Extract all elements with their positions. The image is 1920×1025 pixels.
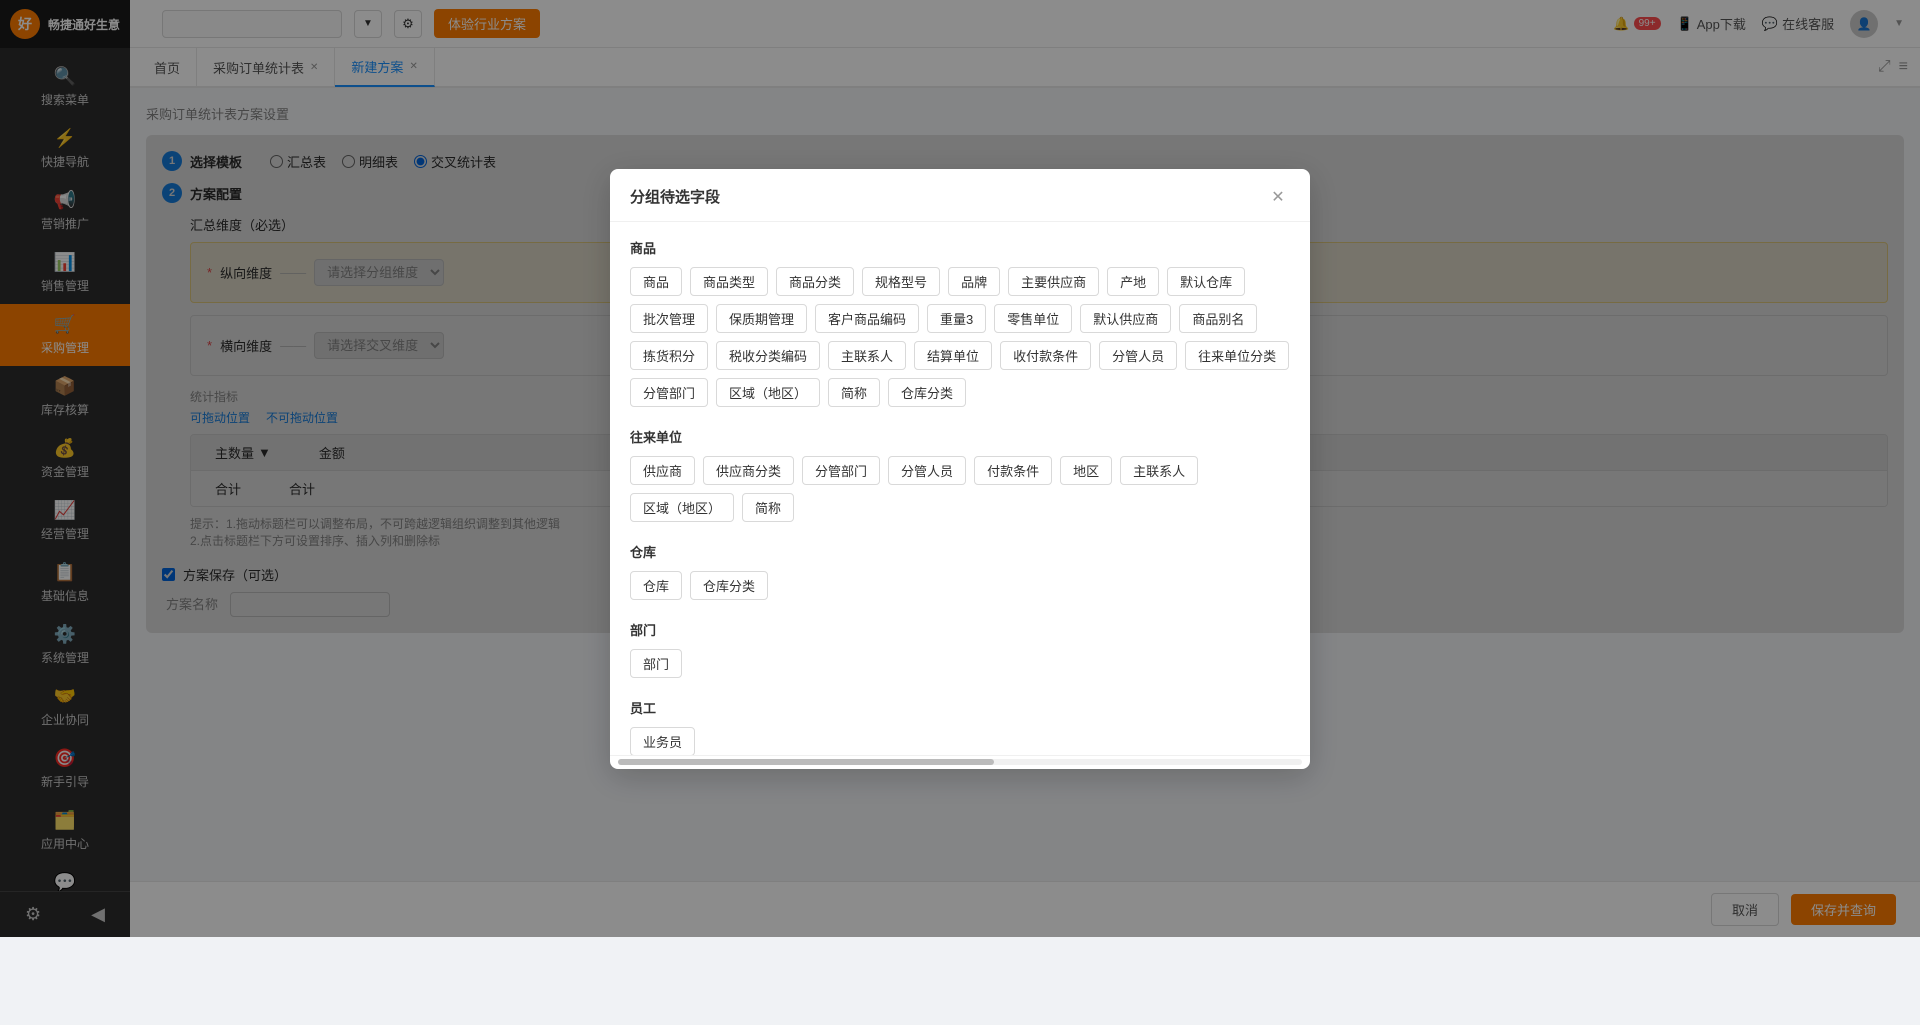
modal-body[interactable]: 商品 商品商品类型商品分类规格型号品牌主要供应商产地默认仓库批次管理保质期管理客…	[610, 222, 1310, 756]
department-tags: 部门	[630, 649, 1290, 678]
tag-partner-tags-6[interactable]: 主联系人	[1120, 456, 1198, 485]
tag-product-tags-9[interactable]: 保质期管理	[716, 304, 807, 333]
tag-partner-tags-2[interactable]: 分管部门	[802, 456, 880, 485]
tag-product-tags-19[interactable]: 收付款条件	[1000, 341, 1091, 370]
section-partner-title: 往来单位	[630, 427, 1290, 446]
partner-tags: 供应商供应商分类分管部门分管人员付款条件地区主联系人区域（地区） 简称	[630, 456, 1290, 522]
tag-partner-tags-5[interactable]: 地区	[1060, 456, 1112, 485]
section-product: 商品 商品商品类型商品分类规格型号品牌主要供应商产地默认仓库批次管理保质期管理客…	[630, 238, 1290, 407]
section-department: 部门 部门	[630, 620, 1290, 678]
tag-product-tags-22[interactable]: 分管部门	[630, 378, 708, 407]
tag-partner-tags-4[interactable]: 付款条件	[974, 456, 1052, 485]
modal-hscroll[interactable]	[610, 755, 1310, 768]
section-warehouse-title: 仓库	[630, 542, 1290, 561]
section-department-title: 部门	[630, 620, 1290, 639]
section-employee: 员工 业务员	[630, 698, 1290, 756]
tag-product-tags-18[interactable]: 结算单位	[914, 341, 992, 370]
tag-warehouse-tags-1[interactable]: 仓库分类	[690, 571, 768, 600]
warehouse-tags: 仓库仓库分类	[630, 571, 1290, 600]
tag-partner-tags-8[interactable]: 简称	[742, 493, 794, 522]
modal-header: 分组待选字段 ✕	[610, 169, 1310, 222]
tag-partner-tags-1[interactable]: 供应商分类	[703, 456, 794, 485]
tag-product-tags-16[interactable]: 税收分类编码	[716, 341, 820, 370]
tag-product-tags-5[interactable]: 主要供应商	[1008, 267, 1099, 296]
tag-product-tags-3[interactable]: 规格型号	[862, 267, 940, 296]
hscroll-track	[618, 759, 1302, 765]
tag-employee-tags-0[interactable]: 业务员	[630, 727, 695, 756]
tag-partner-tags-7[interactable]: 区域（地区）	[630, 493, 734, 522]
tag-product-tags-12[interactable]: 零售单位	[994, 304, 1072, 333]
modal-close-button[interactable]: ✕	[1266, 185, 1290, 209]
tag-product-tags-15[interactable]: 拣货积分	[630, 341, 708, 370]
tag-product-tags-21[interactable]: 往来单位分类	[1185, 341, 1289, 370]
tag-product-tags-14[interactable]: 商品别名	[1179, 304, 1257, 333]
product-tags: 商品商品类型商品分类规格型号品牌主要供应商产地默认仓库批次管理保质期管理客户商品…	[630, 267, 1290, 407]
hscroll-thumb	[618, 759, 994, 765]
tag-warehouse-tags-0[interactable]: 仓库	[630, 571, 682, 600]
tag-product-tags-10[interactable]: 客户商品编码	[815, 304, 919, 333]
modal: 分组待选字段 ✕ 商品 商品商品类型商品分类规格型号品牌主要供应商产地默认仓库批…	[610, 169, 1310, 769]
tag-product-tags-4[interactable]: 品牌	[948, 267, 1000, 296]
tag-product-tags-17[interactable]: 主联系人	[828, 341, 906, 370]
tag-product-tags-23[interactable]: 区域（地区）	[716, 378, 820, 407]
modal-title: 分组待选字段	[630, 186, 720, 207]
section-employee-title: 员工	[630, 698, 1290, 717]
tag-partner-tags-3[interactable]: 分管人员	[888, 456, 966, 485]
tag-product-tags-24[interactable]: 简称	[828, 378, 880, 407]
tag-department-tags-0[interactable]: 部门	[630, 649, 682, 678]
section-partner: 往来单位 供应商供应商分类分管部门分管人员付款条件地区主联系人区域（地区） 简称	[630, 427, 1290, 522]
tag-product-tags-11[interactable]: 重量3	[927, 304, 986, 333]
tag-product-tags-25[interactable]: 仓库分类	[888, 378, 966, 407]
tag-product-tags-1[interactable]: 商品类型	[690, 267, 768, 296]
section-warehouse: 仓库 仓库仓库分类	[630, 542, 1290, 600]
employee-tags: 业务员	[630, 727, 1290, 756]
tag-product-tags-7[interactable]: 默认仓库	[1167, 267, 1245, 296]
tag-product-tags-0[interactable]: 商品	[630, 267, 682, 296]
tag-product-tags-8[interactable]: 批次管理	[630, 304, 708, 333]
tag-product-tags-2[interactable]: 商品分类	[776, 267, 854, 296]
section-product-title: 商品	[630, 238, 1290, 257]
tag-partner-tags-0[interactable]: 供应商	[630, 456, 695, 485]
tag-product-tags-13[interactable]: 默认供应商	[1080, 304, 1171, 333]
tag-product-tags-6[interactable]: 产地	[1107, 267, 1159, 296]
tag-product-tags-20[interactable]: 分管人员	[1099, 341, 1177, 370]
overlay: 分组待选字段 ✕ 商品 商品商品类型商品分类规格型号品牌主要供应商产地默认仓库批…	[0, 0, 1920, 937]
